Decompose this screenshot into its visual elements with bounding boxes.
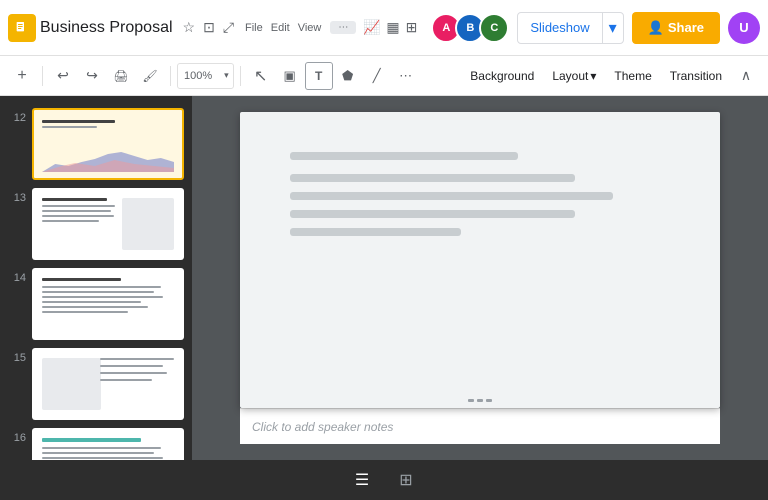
slide-12-lines <box>42 120 174 131</box>
scroll-hint <box>468 399 492 402</box>
share-icon[interactable]: ⤢ <box>221 17 236 38</box>
zoom-control[interactable]: 100% ▾ <box>177 63 234 89</box>
slide-item-12[interactable]: 12 <box>0 104 192 184</box>
title-bar-meta: File Edit View ⋯ <box>242 21 356 34</box>
star-icon[interactable]: ☆ <box>181 17 198 38</box>
meta-tag-2: Edit <box>268 22 293 34</box>
canvas-content <box>240 112 720 286</box>
print-button[interactable]: 🖨 <box>107 62 135 90</box>
background-button[interactable]: Background <box>462 62 542 90</box>
slideshow-button[interactable]: Slideshow ▾ <box>517 12 623 44</box>
textbox-button[interactable]: T <box>305 62 333 90</box>
user-initial: U <box>739 20 748 35</box>
redo-button[interactable]: ↪ <box>78 62 106 90</box>
app-icon <box>8 14 36 42</box>
add-button[interactable]: + <box>8 62 36 90</box>
collapse-button[interactable]: ∧ <box>732 62 760 90</box>
slide-14-content <box>42 278 174 316</box>
line-button[interactable]: ╱ <box>363 62 391 90</box>
zoom-label: 100% <box>178 70 218 82</box>
slide-thumb-16[interactable] <box>32 428 184 460</box>
slide-item-14[interactable]: 14 <box>0 264 192 344</box>
canvas-area: Click to add speaker notes <box>192 96 768 460</box>
more-button[interactable]: ⋯ <box>392 62 420 90</box>
doc-title[interactable]: Business Proposal <box>40 19 173 37</box>
slideshow-arrow[interactable]: ▾ <box>603 13 623 43</box>
toolbar-right-items: Background Layout ▾ Theme Transition ∧ <box>462 62 760 90</box>
meta-tag-1: File <box>242 22 266 34</box>
toolbar: + ↩ ↪ 🖨 🖌 100% ▾ ↖ ▣ T ⬟ ╱ ⋯ Background … <box>0 56 768 96</box>
slide-item-16[interactable]: 16 <box>0 424 192 460</box>
meta-tag-3: View <box>295 22 325 34</box>
drive-icon[interactable]: ⊡ <box>201 17 217 38</box>
undo-button[interactable]: ↩ <box>49 62 77 90</box>
collab-icons: 📈 ▦ ⊞ <box>363 19 417 36</box>
grid-view-icon: ⊞ <box>399 470 412 490</box>
toolbar-group-tools: ↖ ▣ T ⬟ ╱ ⋯ <box>247 62 420 90</box>
slide-13-left-lines <box>42 198 123 225</box>
collaborator-avatars: A B C <box>431 13 509 43</box>
slide-number-15: 15 <box>8 348 26 364</box>
toolbar-divider-2 <box>170 66 171 86</box>
slide-item-13[interactable]: 13 <box>0 184 192 264</box>
paint-button[interactable]: 🖌 <box>136 62 164 90</box>
speaker-notes-placeholder[interactable]: Click to add speaker notes <box>252 420 393 434</box>
slide-12-chart <box>42 144 174 172</box>
speaker-notes[interactable]: Click to add speaker notes <box>240 408 720 444</box>
slide-15-lines <box>100 358 174 385</box>
slide-item-15[interactable]: 15 <box>0 344 192 424</box>
transition-button[interactable]: Transition <box>662 62 730 90</box>
toolbar-divider-1 <box>42 66 43 86</box>
title-bar-left: Business Proposal ☆ ⊡ ⤢ File Edit View ⋯ <box>8 14 357 42</box>
title-bar-right: 📈 ▦ ⊞ A B C Slideshow ▾ 👤 Share U <box>363 12 760 44</box>
layout-label: Layout <box>552 69 588 83</box>
share-label: Share <box>668 20 704 35</box>
scroll-dot-1 <box>468 399 474 402</box>
slide-thumb-13[interactable] <box>32 188 184 260</box>
cursor-button[interactable]: ↖ <box>247 62 275 90</box>
scroll-dot-2 <box>477 399 483 402</box>
layout-arrow: ▾ <box>590 69 596 83</box>
slide-thumb-15[interactable] <box>32 348 184 420</box>
slideshow-label[interactable]: Slideshow <box>518 13 602 43</box>
slide-number-13: 13 <box>8 188 26 204</box>
slide-number-14: 14 <box>8 268 26 284</box>
slide-number-16: 16 <box>8 428 26 444</box>
user-avatar[interactable]: U <box>728 12 760 44</box>
slide-13-right-box <box>122 198 174 250</box>
share-button[interactable]: 👤 Share <box>632 12 720 44</box>
slide-thumb-12[interactable] <box>32 108 184 180</box>
slide-canvas[interactable] <box>240 112 720 408</box>
collab-icon-1[interactable]: 📈 <box>363 19 380 36</box>
layout-button[interactable]: Layout ▾ <box>544 62 604 90</box>
main-area: 12 13 <box>0 96 768 460</box>
slide-number-12: 12 <box>8 108 26 124</box>
image-button[interactable]: ▣ <box>276 62 304 90</box>
shape-button[interactable]: ⬟ <box>334 62 362 90</box>
bottom-toolbar: ☰ ⊞ <box>0 460 768 500</box>
scroll-dot-3 <box>486 399 492 402</box>
autosave-indicator: ⋯ <box>330 21 356 34</box>
theme-button[interactable]: Theme <box>606 62 659 90</box>
zoom-arrow: ▾ <box>218 70 233 81</box>
grid-view-button[interactable]: ⊞ <box>392 466 420 494</box>
slide-panel[interactable]: 12 13 <box>0 96 192 460</box>
toolbar-group-history: ↩ ↪ 🖨 🖌 <box>49 62 164 90</box>
collab-icon-2[interactable]: ▦ <box>386 19 399 36</box>
slide-thumb-14[interactable] <box>32 268 184 340</box>
list-view-icon: ☰ <box>355 470 369 490</box>
title-bar: Business Proposal ☆ ⊡ ⤢ File Edit View ⋯… <box>0 0 768 56</box>
slide-15-box <box>42 358 101 410</box>
list-view-button[interactable]: ☰ <box>348 466 376 494</box>
toolbar-divider-3 <box>240 66 241 86</box>
share-icon-btn: 👤 <box>648 20 664 36</box>
slide-16-content <box>42 438 174 460</box>
toolbar-group-add: + <box>8 62 36 90</box>
collab-icon-3[interactable]: ⊞ <box>406 19 418 36</box>
avatar-3: C <box>479 13 509 43</box>
